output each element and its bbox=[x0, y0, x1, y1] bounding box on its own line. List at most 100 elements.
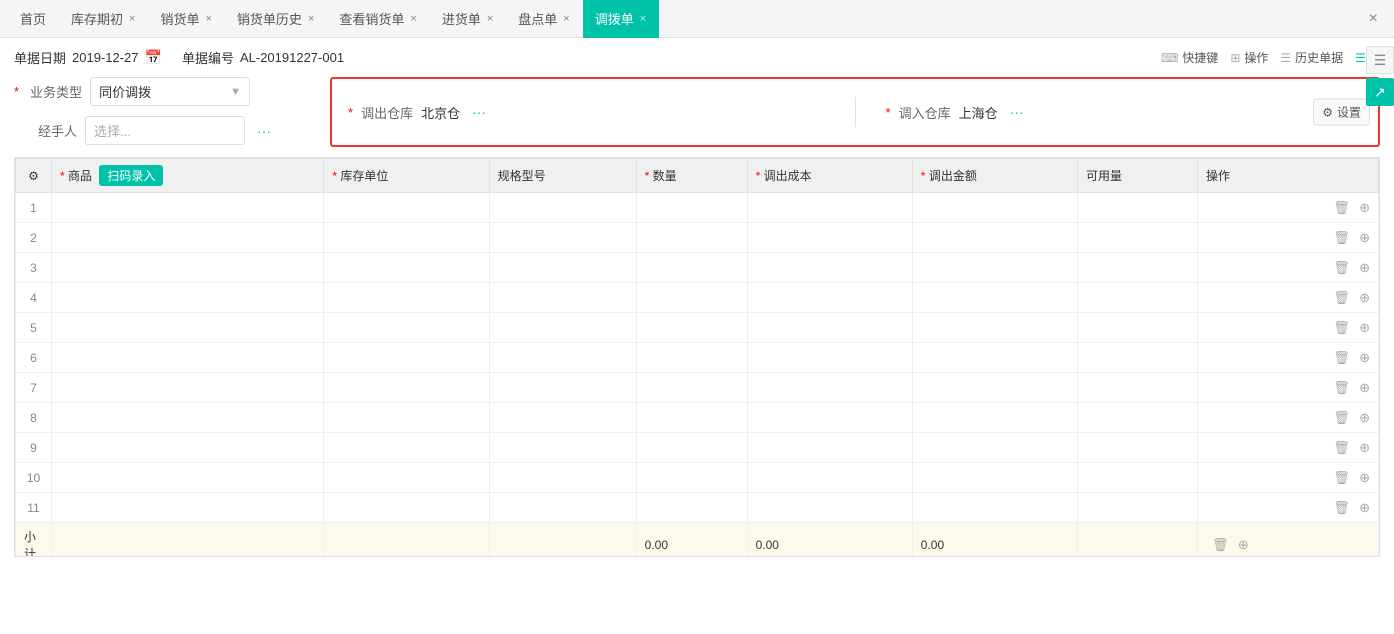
operations-button[interactable]: ⊞ 操作 bbox=[1230, 49, 1268, 66]
row-amount-4[interactable] bbox=[912, 283, 1077, 313]
tab-home[interactable]: 首页 bbox=[8, 0, 59, 38]
shortcuts-button[interactable]: ⌨ 快捷键 bbox=[1161, 49, 1218, 66]
delete-icon-3[interactable]: 🗑 bbox=[1333, 260, 1350, 276]
row-unit-4[interactable] bbox=[324, 283, 489, 313]
row-amount-6[interactable] bbox=[912, 343, 1077, 373]
row-spec-1[interactable] bbox=[489, 193, 636, 223]
copy-icon-4[interactable]: ⊕ bbox=[1359, 290, 1370, 306]
col-gear[interactable]: ⚙ bbox=[16, 159, 52, 193]
close-window-button[interactable]: × bbox=[1361, 10, 1386, 28]
warehouse-in-more-button[interactable]: ··· bbox=[1010, 104, 1024, 120]
row-amount-2[interactable] bbox=[912, 223, 1077, 253]
row-spec-4[interactable] bbox=[489, 283, 636, 313]
tab-inventory-check[interactable]: 盘点单 × bbox=[506, 0, 582, 38]
tab-view-sales-close[interactable]: × bbox=[410, 13, 416, 25]
row-product-5[interactable] bbox=[52, 313, 324, 343]
row-product-11[interactable] bbox=[52, 493, 324, 523]
row-product-4[interactable] bbox=[52, 283, 324, 313]
row-available-8[interactable] bbox=[1078, 403, 1198, 433]
tab-purchase-order-close[interactable]: × bbox=[487, 13, 493, 25]
copy-icon-9[interactable]: ⊕ bbox=[1359, 440, 1370, 456]
tab-transfer-order-close[interactable]: × bbox=[640, 13, 646, 25]
row-cost-1[interactable] bbox=[747, 193, 912, 223]
row-unit-2[interactable] bbox=[324, 223, 489, 253]
copy-icon-3[interactable]: ⊕ bbox=[1359, 260, 1370, 276]
tab-sales-order-close[interactable]: × bbox=[205, 13, 211, 25]
row-spec-9[interactable] bbox=[489, 433, 636, 463]
row-quantity-4[interactable] bbox=[636, 283, 747, 313]
tab-sales-order[interactable]: 销货单 × bbox=[148, 0, 224, 38]
row-available-9[interactable] bbox=[1078, 433, 1198, 463]
row-quantity-11[interactable] bbox=[636, 493, 747, 523]
subtotal-copy-icon[interactable]: ⊕ bbox=[1238, 537, 1249, 553]
copy-icon-1[interactable]: ⊕ bbox=[1359, 200, 1370, 216]
row-available-4[interactable] bbox=[1078, 283, 1198, 313]
copy-icon-7[interactable]: ⊕ bbox=[1359, 380, 1370, 396]
row-amount-5[interactable] bbox=[912, 313, 1077, 343]
copy-icon-6[interactable]: ⊕ bbox=[1359, 350, 1370, 366]
row-cost-11[interactable] bbox=[747, 493, 912, 523]
row-spec-3[interactable] bbox=[489, 253, 636, 283]
row-amount-1[interactable] bbox=[912, 193, 1077, 223]
calendar-icon[interactable]: 📅 bbox=[145, 49, 162, 66]
tab-sales-history[interactable]: 销货单历史 × bbox=[225, 0, 327, 38]
delete-icon-10[interactable]: 🗑 bbox=[1333, 470, 1350, 486]
subtotal-delete-icon[interactable]: 🗑 bbox=[1212, 537, 1229, 553]
row-unit-9[interactable] bbox=[324, 433, 489, 463]
row-available-3[interactable] bbox=[1078, 253, 1198, 283]
row-product-8[interactable] bbox=[52, 403, 324, 433]
warehouse-out-more-button[interactable]: ··· bbox=[472, 104, 486, 120]
row-product-10[interactable] bbox=[52, 463, 324, 493]
row-cost-7[interactable] bbox=[747, 373, 912, 403]
row-amount-7[interactable] bbox=[912, 373, 1077, 403]
row-quantity-8[interactable] bbox=[636, 403, 747, 433]
row-available-2[interactable] bbox=[1078, 223, 1198, 253]
tab-view-sales[interactable]: 查看销货单 × bbox=[327, 0, 429, 38]
setting-button[interactable]: ⚙ 设置 bbox=[1313, 99, 1370, 126]
tab-inventory-init-close[interactable]: × bbox=[129, 13, 135, 25]
row-unit-10[interactable] bbox=[324, 463, 489, 493]
row-quantity-5[interactable] bbox=[636, 313, 747, 343]
row-amount-8[interactable] bbox=[912, 403, 1077, 433]
row-product-2[interactable] bbox=[52, 223, 324, 253]
delete-icon-8[interactable]: 🗑 bbox=[1333, 410, 1350, 426]
row-quantity-2[interactable] bbox=[636, 223, 747, 253]
row-unit-6[interactable] bbox=[324, 343, 489, 373]
row-amount-3[interactable] bbox=[912, 253, 1077, 283]
row-amount-11[interactable] bbox=[912, 493, 1077, 523]
business-type-select[interactable]: 同价调拨 ▼ bbox=[90, 77, 250, 106]
row-quantity-7[interactable] bbox=[636, 373, 747, 403]
row-cost-5[interactable] bbox=[747, 313, 912, 343]
row-spec-8[interactable] bbox=[489, 403, 636, 433]
row-product-7[interactable] bbox=[52, 373, 324, 403]
delete-icon-1[interactable]: 🗑 bbox=[1333, 200, 1350, 216]
tab-transfer-order[interactable]: 调拨单 × bbox=[583, 0, 659, 38]
row-spec-7[interactable] bbox=[489, 373, 636, 403]
delete-icon-9[interactable]: 🗑 bbox=[1333, 440, 1350, 456]
copy-icon-5[interactable]: ⊕ bbox=[1359, 320, 1370, 336]
tab-inventory-init[interactable]: 库存期初 × bbox=[59, 0, 148, 38]
delete-icon-5[interactable]: 🗑 bbox=[1333, 320, 1350, 336]
row-product-6[interactable] bbox=[52, 343, 324, 373]
row-quantity-6[interactable] bbox=[636, 343, 747, 373]
right-panel-list-icon[interactable]: ☰ bbox=[1366, 46, 1394, 74]
history-button[interactable]: ☰ 历史单据 bbox=[1280, 49, 1343, 66]
row-cost-2[interactable] bbox=[747, 223, 912, 253]
layout-list-button[interactable]: ☰ bbox=[1355, 51, 1366, 65]
row-cost-8[interactable] bbox=[747, 403, 912, 433]
row-available-6[interactable] bbox=[1078, 343, 1198, 373]
row-unit-11[interactable] bbox=[324, 493, 489, 523]
row-available-1[interactable] bbox=[1078, 193, 1198, 223]
row-unit-7[interactable] bbox=[324, 373, 489, 403]
row-available-11[interactable] bbox=[1078, 493, 1198, 523]
delete-icon-11[interactable]: 🗑 bbox=[1333, 500, 1350, 516]
delete-icon-2[interactable]: 🗑 bbox=[1333, 230, 1350, 246]
row-spec-2[interactable] bbox=[489, 223, 636, 253]
row-cost-6[interactable] bbox=[747, 343, 912, 373]
row-amount-10[interactable] bbox=[912, 463, 1077, 493]
tab-purchase-order[interactable]: 进货单 × bbox=[430, 0, 506, 38]
row-spec-6[interactable] bbox=[489, 343, 636, 373]
row-available-5[interactable] bbox=[1078, 313, 1198, 343]
right-panel-expand-icon[interactable]: ↗ bbox=[1366, 78, 1394, 106]
row-amount-9[interactable] bbox=[912, 433, 1077, 463]
